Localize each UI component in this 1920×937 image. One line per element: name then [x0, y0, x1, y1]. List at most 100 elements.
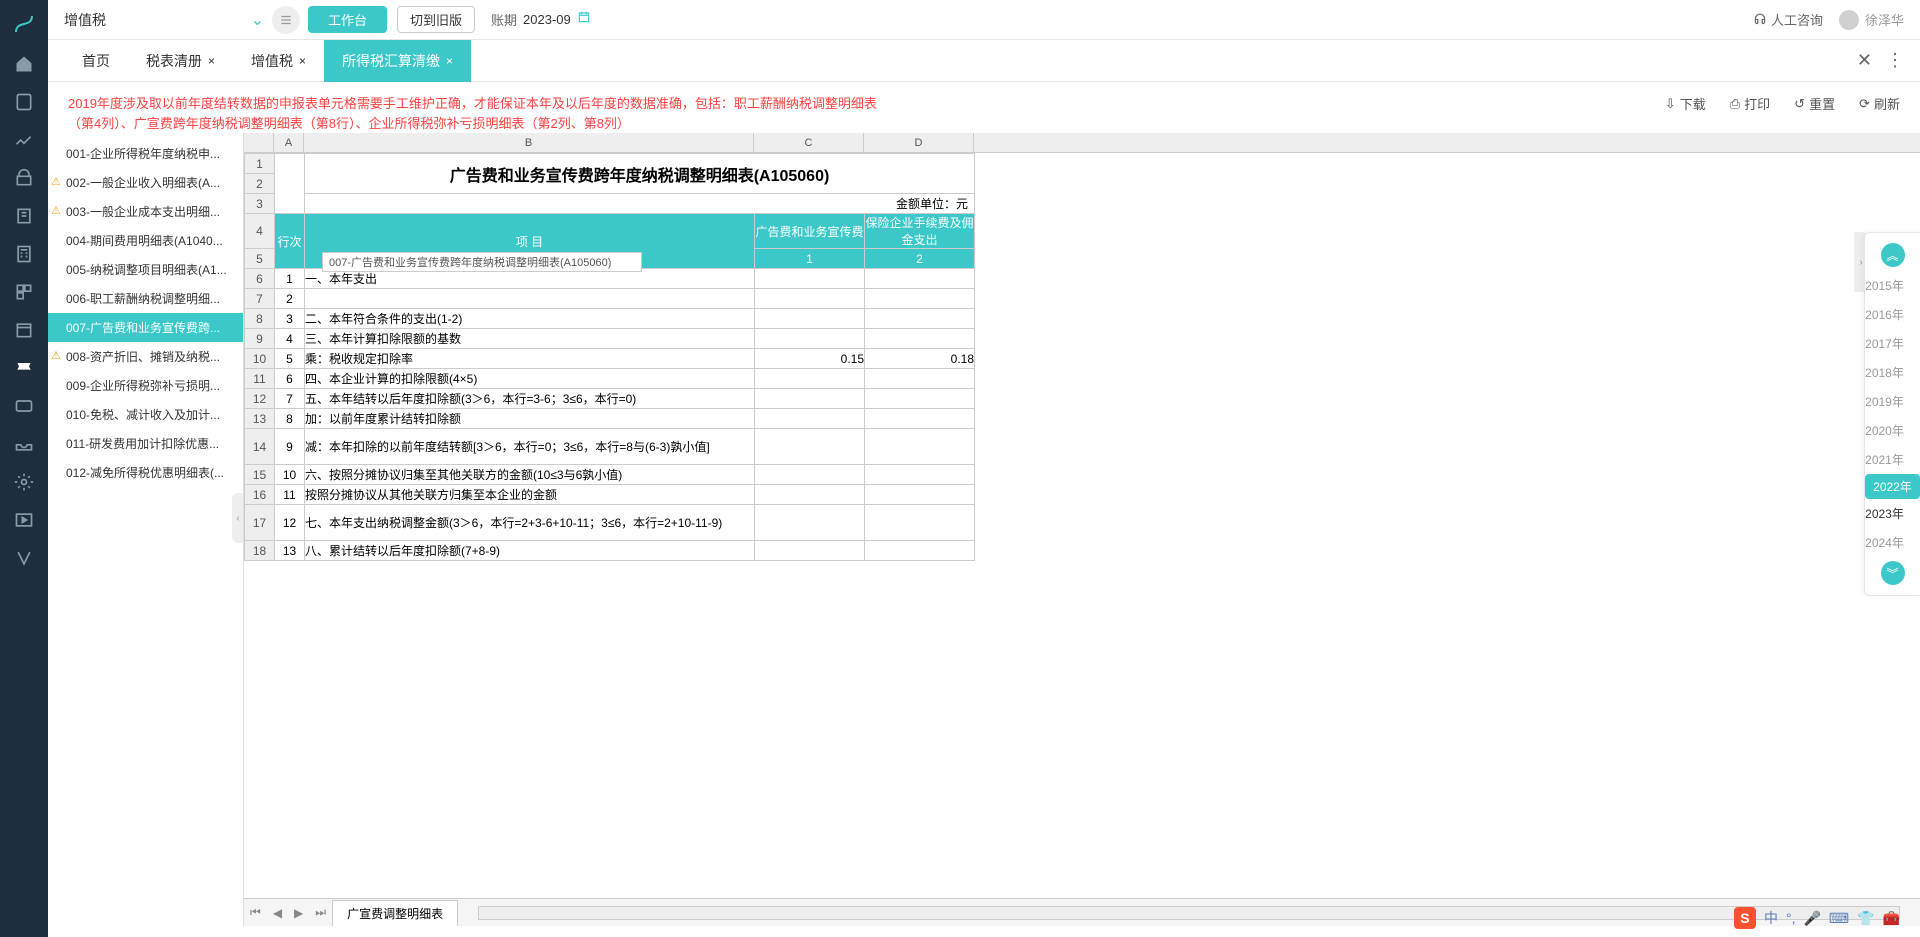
- year-2022年[interactable]: 2022年: [1865, 474, 1920, 499]
- cell-d[interactable]: [865, 389, 975, 409]
- user-menu[interactable]: 徐泽华: [1839, 10, 1904, 30]
- cell-d[interactable]: [865, 505, 975, 541]
- cell-d[interactable]: [865, 329, 975, 349]
- nav-inbox-icon[interactable]: [14, 434, 34, 454]
- help-link[interactable]: 人工咨询: [1753, 10, 1823, 29]
- reset-link[interactable]: ↺重置: [1794, 94, 1835, 113]
- nav-chart-icon[interactable]: [14, 130, 34, 150]
- year-2015年[interactable]: 2015年: [1865, 271, 1920, 300]
- close-all-tabs-icon[interactable]: ✕: [1857, 50, 1872, 71]
- form-item-2[interactable]: ⚠003-一般企业成本支出明细...: [48, 197, 243, 226]
- print-link[interactable]: ⎙打印: [1730, 94, 1770, 113]
- cell-c[interactable]: [755, 309, 865, 329]
- nav-gear-icon[interactable]: [14, 472, 34, 492]
- sheet-prev-icon[interactable]: ◀: [267, 906, 288, 920]
- workspace-button[interactable]: 工作台: [308, 6, 387, 33]
- year-2018年[interactable]: 2018年: [1865, 358, 1920, 387]
- tab-close-icon[interactable]: ×: [208, 54, 215, 68]
- collapse-left-handle[interactable]: ‹: [232, 493, 243, 543]
- cell-c[interactable]: 0.15: [755, 349, 865, 369]
- tab-close-icon[interactable]: ×: [299, 54, 306, 68]
- year-2019年[interactable]: 2019年: [1865, 387, 1920, 416]
- year-rail: ︽ 2015年2016年2017年2018年2019年2020年2021年202…: [1864, 232, 1920, 596]
- year-down-icon[interactable]: ︾: [1881, 561, 1905, 585]
- tab-1[interactable]: 税表清册×: [128, 40, 233, 82]
- nav-book-icon[interactable]: [14, 92, 34, 112]
- tabs-menu-icon[interactable]: ⋮: [1886, 50, 1904, 71]
- tab-0[interactable]: 首页: [64, 40, 128, 82]
- calendar-icon[interactable]: [577, 10, 591, 29]
- ime-logo[interactable]: S: [1734, 907, 1756, 929]
- cell-d[interactable]: [865, 369, 975, 389]
- cell-c[interactable]: [755, 329, 865, 349]
- cell-d[interactable]: [865, 269, 975, 289]
- ime-skin-icon[interactable]: 👕: [1857, 910, 1874, 927]
- cell-d[interactable]: [865, 309, 975, 329]
- sheet-first-icon[interactable]: ⏮: [244, 905, 267, 920]
- form-item-3[interactable]: 004-期间费用明细表(A1040...: [48, 226, 243, 255]
- ime-lang[interactable]: 中: [1764, 908, 1778, 928]
- ime-toolbox-icon[interactable]: 🧰: [1883, 910, 1900, 927]
- tab-close-icon[interactable]: ×: [446, 54, 453, 68]
- nav-cal-icon[interactable]: [14, 320, 34, 340]
- cell-c[interactable]: [755, 505, 865, 541]
- nav-calc-icon[interactable]: [14, 244, 34, 264]
- form-item-9[interactable]: 010-免税、减计收入及加计...: [48, 400, 243, 429]
- ime-mic-icon[interactable]: 🎤: [1803, 910, 1820, 927]
- cell-c[interactable]: [755, 389, 865, 409]
- form-item-1[interactable]: ⚠002-一般企业收入明细表(A...: [48, 168, 243, 197]
- form-item-5[interactable]: 006-职工薪酬纳税调整明细...: [48, 284, 243, 313]
- form-item-7[interactable]: ⚠008-资产折旧、摊销及纳税...: [48, 342, 243, 371]
- cell-d[interactable]: 0.18: [865, 349, 975, 369]
- list-icon-button[interactable]: [272, 6, 300, 34]
- cell-c[interactable]: [755, 485, 865, 505]
- refresh-link[interactable]: ⟳刷新: [1859, 94, 1900, 113]
- cell-c[interactable]: [755, 269, 865, 289]
- cell-d[interactable]: [865, 485, 975, 505]
- form-item-0[interactable]: 001-企业所得税年度纳税申...: [48, 139, 243, 168]
- cell-d[interactable]: [865, 541, 975, 561]
- company-dropdown[interactable]: 增值税 ⌄: [64, 10, 264, 30]
- nav-video-icon[interactable]: [14, 510, 34, 530]
- cell-d[interactable]: [865, 409, 975, 429]
- formula-bar[interactable]: 007-广告费和业务宣传费跨年度纳税调整明细表(A105060): [322, 252, 642, 272]
- sheet-next-icon[interactable]: ▶: [288, 906, 309, 920]
- horizontal-scrollbar[interactable]: [478, 906, 1900, 920]
- year-2020年[interactable]: 2020年: [1865, 416, 1920, 445]
- sheet-last-icon[interactable]: ⏭: [309, 905, 332, 920]
- download-link[interactable]: ⇩下载: [1665, 94, 1706, 113]
- year-up-icon[interactable]: ︽: [1881, 243, 1905, 267]
- nav-wallet-icon[interactable]: [14, 396, 34, 416]
- form-item-11[interactable]: 012-减免所得税优惠明细表(...: [48, 458, 243, 487]
- nav-grid-icon[interactable]: [14, 282, 34, 302]
- nav-clipboard-icon[interactable]: [14, 206, 34, 226]
- nav-tax-icon[interactable]: [14, 358, 34, 378]
- cell-d[interactable]: [865, 465, 975, 485]
- form-item-8[interactable]: 009-企业所得税弥补亏损明...: [48, 371, 243, 400]
- ime-punct-icon[interactable]: °,: [1786, 910, 1796, 926]
- cell-c[interactable]: [755, 409, 865, 429]
- form-item-6[interactable]: 007-广告费和业务宣传费跨...: [48, 313, 243, 342]
- year-2023年[interactable]: 2023年: [1865, 499, 1920, 528]
- form-item-10[interactable]: 011-研发费用加计扣除优惠...: [48, 429, 243, 458]
- cell-d[interactable]: [865, 429, 975, 465]
- tab-2[interactable]: 增值税×: [233, 40, 324, 82]
- year-2017年[interactable]: 2017年: [1865, 329, 1920, 358]
- form-item-4[interactable]: 005-纳税调整项目明细表(A1...: [48, 255, 243, 284]
- cell-d[interactable]: [865, 289, 975, 309]
- nav-bag-icon[interactable]: [14, 168, 34, 188]
- cell-c[interactable]: [755, 369, 865, 389]
- switch-old-button[interactable]: 切到旧版: [397, 6, 475, 33]
- nav-v-icon[interactable]: [14, 548, 34, 568]
- cell-c[interactable]: [755, 289, 865, 309]
- cell-c[interactable]: [755, 429, 865, 465]
- year-2016年[interactable]: 2016年: [1865, 300, 1920, 329]
- year-2024年[interactable]: 2024年: [1865, 528, 1920, 557]
- tab-3[interactable]: 所得税汇算清缴×: [324, 40, 471, 82]
- year-2021年[interactable]: 2021年: [1865, 445, 1920, 474]
- ime-keyboard-icon[interactable]: ⌨: [1829, 910, 1849, 927]
- cell-c[interactable]: [755, 465, 865, 485]
- nav-home-icon[interactable]: [14, 54, 34, 74]
- cell-c[interactable]: [755, 541, 865, 561]
- sheet-tab-active[interactable]: 广宣费调整明细表: [332, 900, 458, 926]
